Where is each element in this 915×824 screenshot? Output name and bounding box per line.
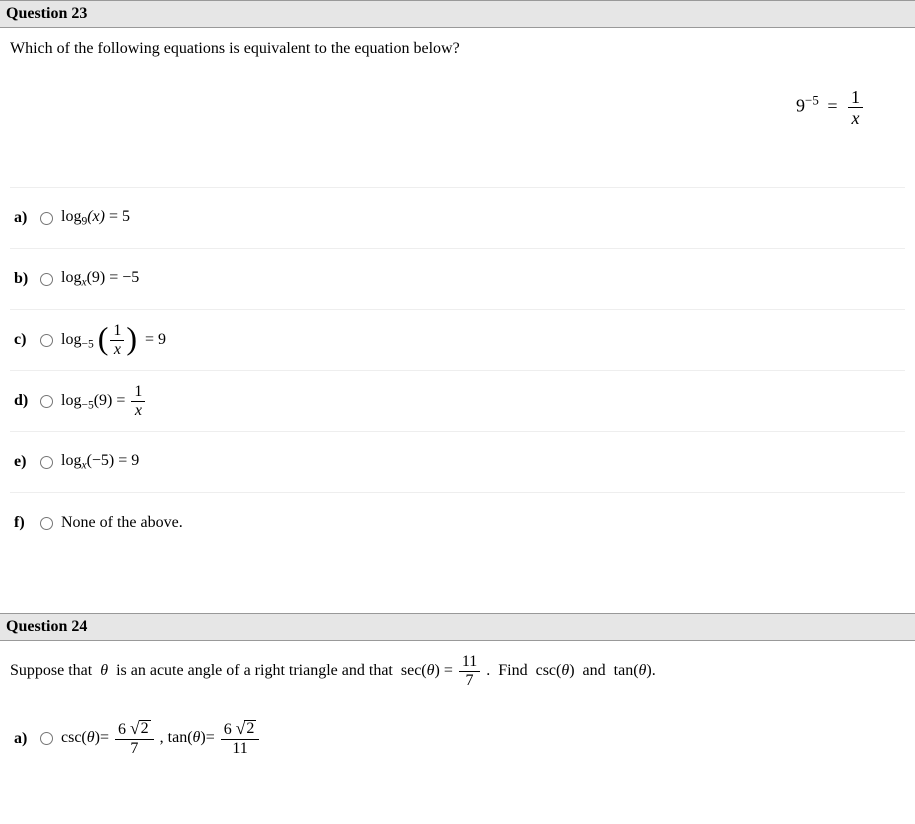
spacer (10, 689, 905, 709)
sqrt-icon: √2 (130, 720, 151, 738)
choice-d-math: log−5(9) = 1 x (61, 384, 147, 419)
q24-csc-coef: 6 (118, 721, 126, 738)
choice-b-label: b) (14, 270, 38, 288)
choice-f-text: None of the above. (61, 514, 183, 532)
choice-a-row: a) log9(x) = 5 (10, 187, 905, 248)
choice-f-label: f) (14, 514, 38, 532)
eq-exp: −5 (805, 93, 819, 108)
eq-frac-den: x (848, 108, 863, 127)
q24-tan-label: tan(θ)= (168, 730, 215, 747)
sqrt-icon: √2 (236, 720, 257, 738)
q24-sec-den: 7 (459, 672, 480, 689)
choice-c-frac: 1 x (110, 323, 124, 358)
choice-c-num: 1 (110, 323, 124, 341)
choice-d-sub: −5 (81, 399, 93, 411)
question-23-prompt: Which of the following equations is equi… (10, 40, 905, 58)
choice-c-radio[interactable] (40, 334, 53, 347)
eq-base: 9 (796, 96, 805, 116)
choice-a-math: log9(x) = 5 (61, 208, 130, 227)
choice-c-label: c) (14, 331, 38, 349)
eq-eq: = (827, 96, 837, 116)
choice-d-den: x (131, 402, 145, 419)
choice-b-math: logx(9) = −5 (61, 269, 139, 288)
q24-tan-num: 6 √2 (221, 720, 260, 740)
choice-c-sub: −5 (81, 338, 93, 350)
choice-e-log: log (61, 452, 81, 469)
question-23-title: Question 23 (6, 5, 87, 22)
choice-d-log: log (61, 392, 81, 409)
question-23-header: Question 23 (0, 0, 915, 28)
q24-prompt-post: . Find csc(θ) and tan(θ). (486, 662, 655, 679)
choice-c-rhs: = 9 (145, 331, 166, 348)
question-23-equation: 9−5 = 1 x (10, 88, 905, 127)
choice-b-radio[interactable] (40, 273, 53, 286)
q24-tan-frac: 6 √2 11 (221, 720, 260, 757)
q24-csc-den: 7 (115, 740, 154, 757)
choice-e-math: logx(−5) = 9 (61, 452, 139, 471)
choice-b-row: b) logx(9) = −5 (10, 248, 905, 309)
choice-a-radio[interactable] (40, 212, 53, 225)
q24-choice-a-math: csc(θ)= 6 √2 7 , tan(θ)= 6 √2 11 (61, 720, 261, 757)
choice-d-radio[interactable] (40, 395, 53, 408)
q24-csc-frac: 6 √2 7 (115, 720, 154, 757)
question-24-prompt: Suppose that θ is an acute angle of a ri… (10, 653, 905, 689)
spacer (0, 573, 915, 613)
choice-e-radio[interactable] (40, 456, 53, 469)
choice-e-label: e) (14, 453, 38, 471)
question-24-body: Suppose that θ is an acute angle of a ri… (0, 641, 915, 789)
choice-d-row: d) log−5(9) = 1 x (10, 370, 905, 431)
q24-csc-rad: 2 (139, 720, 151, 737)
choice-b-log: log (61, 269, 81, 286)
q24-sep: , (160, 730, 168, 747)
choice-a-arg: (x) = 5 (87, 208, 130, 225)
eq-frac-num: 1 (848, 88, 863, 108)
question-23-body: Which of the following equations is equi… (0, 28, 915, 573)
choice-f-radio[interactable] (40, 517, 53, 530)
choice-d-arg: (9) = (94, 392, 126, 409)
choice-d-num: 1 (131, 384, 145, 402)
lparen-icon: ( (98, 320, 109, 356)
choice-e-row: e) logx(−5) = 9 (10, 431, 905, 492)
choice-b-arg: (9) = −5 (87, 269, 140, 286)
choice-c-row: c) log−5 ( 1 x ) = 9 (10, 309, 905, 370)
rparen-icon: ) (126, 320, 137, 356)
q24-choice-a-row: a) csc(θ)= 6 √2 7 , tan(θ)= 6 √2 11 (10, 709, 905, 769)
q24-sec-frac: 11 7 (459, 654, 480, 689)
choice-c-log: log (61, 331, 81, 348)
q24-tan-rad: 2 (244, 720, 256, 737)
q24-tan-coef: 6 (224, 721, 232, 738)
choice-d-label: d) (14, 392, 38, 410)
choice-f-row: f) None of the above. (10, 492, 905, 553)
choice-c-math: log−5 ( 1 x ) = 9 (61, 323, 166, 358)
choice-c-den: x (110, 341, 124, 358)
q24-choice-a-radio[interactable] (40, 732, 53, 745)
eq-frac: 1 x (848, 88, 863, 127)
q24-choice-a-label: a) (14, 730, 38, 748)
question-24-header: Question 24 (0, 613, 915, 641)
choice-e-arg: (−5) = 9 (87, 452, 140, 469)
q24-sec-num: 11 (459, 654, 480, 672)
question-24-title: Question 24 (6, 618, 87, 635)
q24-tan-den: 11 (221, 740, 260, 757)
choice-a-log: log (61, 208, 81, 225)
choice-d-frac: 1 x (131, 384, 145, 419)
q24-prompt-pre: Suppose that θ is an acute angle of a ri… (10, 662, 457, 679)
q24-csc-label: csc(θ)= (61, 730, 109, 747)
q24-csc-num: 6 √2 (115, 720, 154, 740)
choice-a-label: a) (14, 209, 38, 227)
